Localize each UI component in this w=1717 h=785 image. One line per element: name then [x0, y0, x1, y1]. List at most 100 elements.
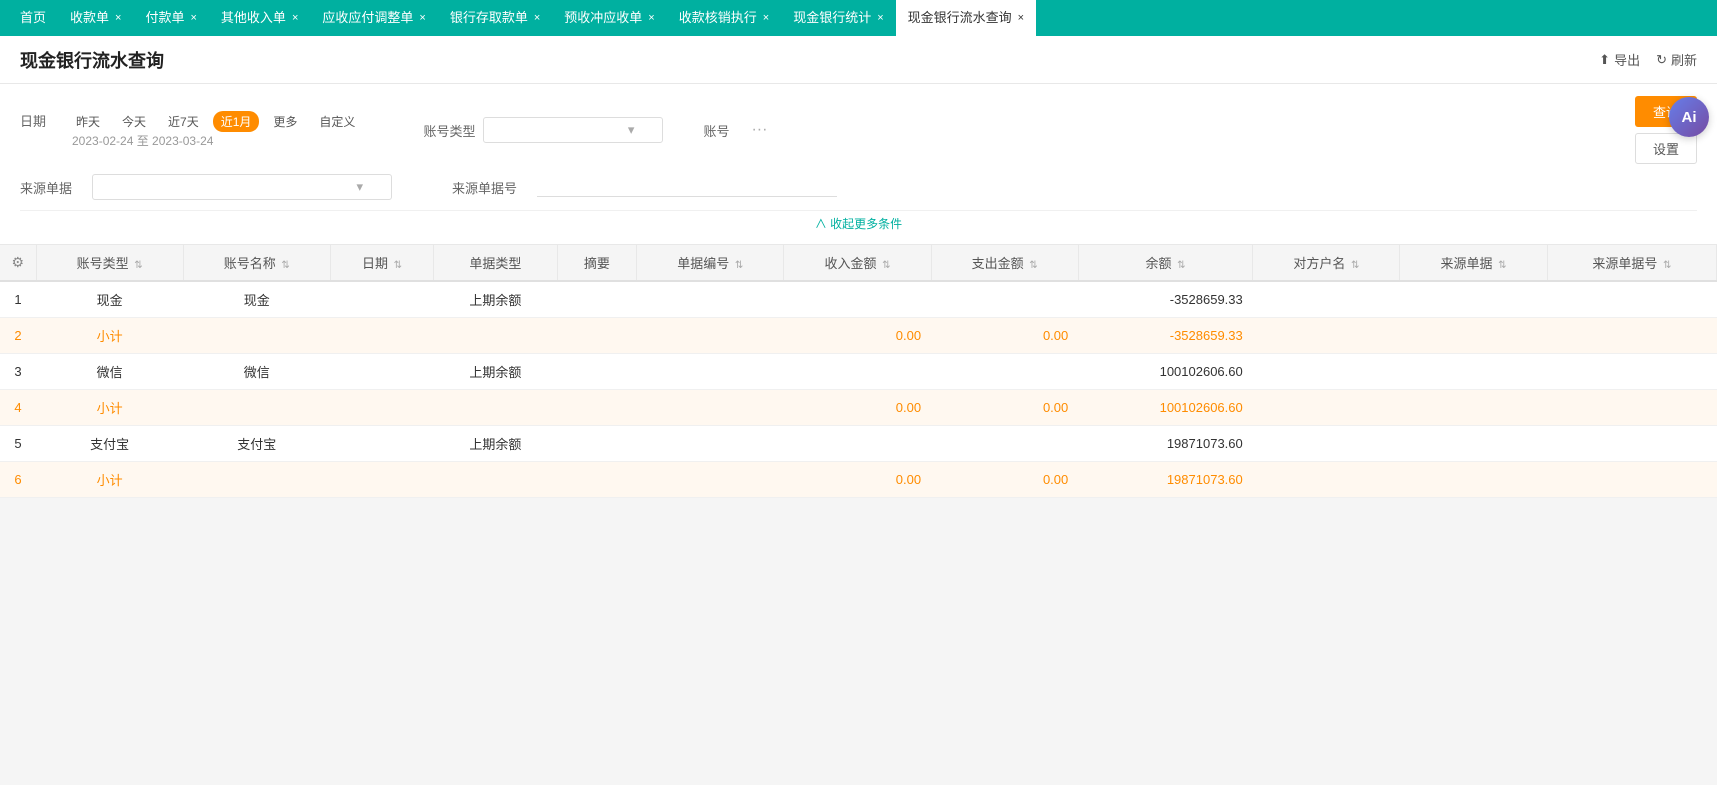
- date-options-container: 昨天 今天 近7天 近1月 更多 自定义 2023-02-24 至 2023-0…: [68, 111, 363, 149]
- table-row: 1现金现金上期余额-3528659.33: [0, 281, 1717, 318]
- table-cell: [1400, 318, 1547, 354]
- table-cell: 支付宝: [36, 426, 183, 462]
- col-source-doc: 来源单据 ⇅: [1400, 245, 1547, 281]
- sort-date-icon[interactable]: ⇅: [394, 260, 402, 271]
- table-cell: 1: [0, 281, 36, 318]
- col-doc-type: 单据类型: [434, 245, 558, 281]
- col-counterpart: 对方户名 ⇅: [1253, 245, 1400, 281]
- sort-account-type-icon[interactable]: ⇅: [134, 260, 142, 271]
- filter-area: 日期 昨天 今天 近7天 近1月 更多 自定义 2023-02-24 至 202…: [0, 84, 1717, 245]
- date-opt-custom[interactable]: 自定义: [311, 111, 363, 132]
- collapse-bar[interactable]: ∧ 收起更多条件: [20, 210, 1697, 236]
- sort-account-name-icon[interactable]: ⇅: [281, 260, 289, 271]
- col-summary: 摘要: [557, 245, 637, 281]
- table-cell: [1547, 390, 1716, 426]
- close-bank-icon[interactable]: ×: [534, 0, 540, 36]
- table-cell: 支付宝: [183, 426, 330, 462]
- table-cell: [637, 462, 784, 498]
- table-cell: [784, 426, 931, 462]
- top-navigation: 首页 收款单 × 付款单 × 其他收入单 × 应收应付调整单 × 银行存取款单 …: [0, 0, 1717, 36]
- date-range-display: 2023-02-24 至 2023-03-24: [72, 132, 363, 149]
- nav-payment[interactable]: 付款单 ×: [133, 0, 208, 36]
- nav-prepay[interactable]: 预收冲应收单 ×: [552, 0, 666, 36]
- table-cell: [1400, 281, 1547, 318]
- header-actions: ⬆ 导出 ↻ 刷新: [1599, 50, 1697, 69]
- table-cell: [931, 281, 1078, 318]
- source-doc-no-label: 来源单据号: [452, 178, 517, 197]
- collapse-up-icon: ∧: [815, 217, 830, 231]
- table-cell: [784, 354, 931, 390]
- table-cell: [931, 354, 1078, 390]
- date-opt-yesterday[interactable]: 昨天: [68, 111, 108, 132]
- account-dots[interactable]: ···: [751, 121, 767, 139]
- nav-adjust[interactable]: 应收应付调整单 ×: [310, 0, 437, 36]
- refresh-button[interactable]: ↻ 刷新: [1656, 50, 1697, 69]
- table-row: 5支付宝支付宝上期余额19871073.60: [0, 426, 1717, 462]
- date-opt-more[interactable]: 更多: [265, 111, 305, 132]
- sort-balance-icon[interactable]: ⇅: [1177, 260, 1185, 271]
- nav-other-income[interactable]: 其他收入单 ×: [209, 0, 310, 36]
- close-payment-icon[interactable]: ×: [190, 0, 196, 36]
- table-cell: 19871073.60: [1078, 426, 1252, 462]
- table-cell: 上期余额: [434, 426, 558, 462]
- close-receipt-icon[interactable]: ×: [115, 0, 121, 36]
- table-cell: [637, 354, 784, 390]
- sort-expense-icon[interactable]: ⇅: [1029, 260, 1037, 271]
- table-row: 4小计0.000.00100102606.60: [0, 390, 1717, 426]
- account-group: 账号 ···: [703, 121, 767, 140]
- sort-source-doc-icon[interactable]: ⇅: [1498, 260, 1506, 271]
- sort-source-doc-no-icon[interactable]: ⇅: [1663, 260, 1671, 271]
- ai-assistant-button[interactable]: Ai: [1669, 97, 1709, 137]
- page-header: 现金银行流水查询 ⬆ 导出 ↻ 刷新: [0, 36, 1717, 84]
- table-cell: 微信: [183, 354, 330, 390]
- col-account-type: 账号类型 ⇅: [36, 245, 183, 281]
- table-row: 6小计0.000.0019871073.60: [0, 462, 1717, 498]
- table-cell: [784, 281, 931, 318]
- col-income: 收入金额 ⇅: [784, 245, 931, 281]
- table-cell: -3528659.33: [1078, 281, 1252, 318]
- account-label: 账号: [703, 121, 743, 140]
- date-opt-1month[interactable]: 近1月: [213, 111, 260, 132]
- sort-counterpart-icon[interactable]: ⇅: [1351, 260, 1359, 271]
- table-cell: [637, 390, 784, 426]
- source-doc-no-input[interactable]: [537, 177, 837, 197]
- account-type-label: 账号类型: [423, 121, 475, 140]
- col-balance: 余额 ⇅: [1078, 245, 1252, 281]
- table-header-row: ⚙ 账号类型 ⇅ 账号名称 ⇅ 日期 ⇅ 单据类型 摘要: [0, 245, 1717, 281]
- sort-income-icon[interactable]: ⇅: [882, 260, 890, 271]
- nav-stats[interactable]: 现金银行统计 ×: [781, 0, 895, 36]
- table-cell: [330, 354, 433, 390]
- table-cell: [183, 462, 330, 498]
- export-button[interactable]: ⬆ 导出: [1599, 50, 1640, 69]
- close-stats-icon[interactable]: ×: [877, 0, 883, 36]
- date-opt-7days[interactable]: 近7天: [160, 111, 207, 132]
- table-body: 1现金现金上期余额-3528659.332小计0.000.00-3528659.…: [0, 281, 1717, 498]
- table-cell: 100102606.60: [1078, 390, 1252, 426]
- close-flow-query-icon[interactable]: ×: [1018, 0, 1024, 36]
- sort-doc-no-icon[interactable]: ⇅: [735, 260, 743, 271]
- table-cell: [330, 390, 433, 426]
- gear-icon[interactable]: ⚙: [11, 254, 24, 270]
- nav-flow-query[interactable]: 现金银行流水查询 ×: [896, 0, 1036, 36]
- col-gear: ⚙: [0, 245, 36, 281]
- nav-receipt[interactable]: 收款单 ×: [58, 0, 133, 36]
- account-type-select[interactable]: ▾: [483, 117, 663, 143]
- close-prepay-icon[interactable]: ×: [648, 0, 654, 36]
- table-cell: 小计: [36, 318, 183, 354]
- date-opt-today[interactable]: 今天: [114, 111, 154, 132]
- source-doc-label: 来源单据: [20, 178, 72, 197]
- table-cell: [1400, 462, 1547, 498]
- close-adjust-icon[interactable]: ×: [419, 0, 425, 36]
- table-cell: 0.00: [784, 318, 931, 354]
- table-cell: [1547, 281, 1716, 318]
- settings-button[interactable]: 设置: [1635, 133, 1697, 164]
- nav-verify[interactable]: 收款核销执行 ×: [667, 0, 781, 36]
- nav-bank[interactable]: 银行存取款单 ×: [438, 0, 552, 36]
- close-verify-icon[interactable]: ×: [763, 0, 769, 36]
- table-cell: [330, 281, 433, 318]
- source-doc-select[interactable]: ▾: [92, 174, 392, 200]
- nav-home[interactable]: 首页: [8, 0, 58, 36]
- table-cell: 0.00: [931, 462, 1078, 498]
- table-cell: 6: [0, 462, 36, 498]
- close-other-income-icon[interactable]: ×: [292, 0, 298, 36]
